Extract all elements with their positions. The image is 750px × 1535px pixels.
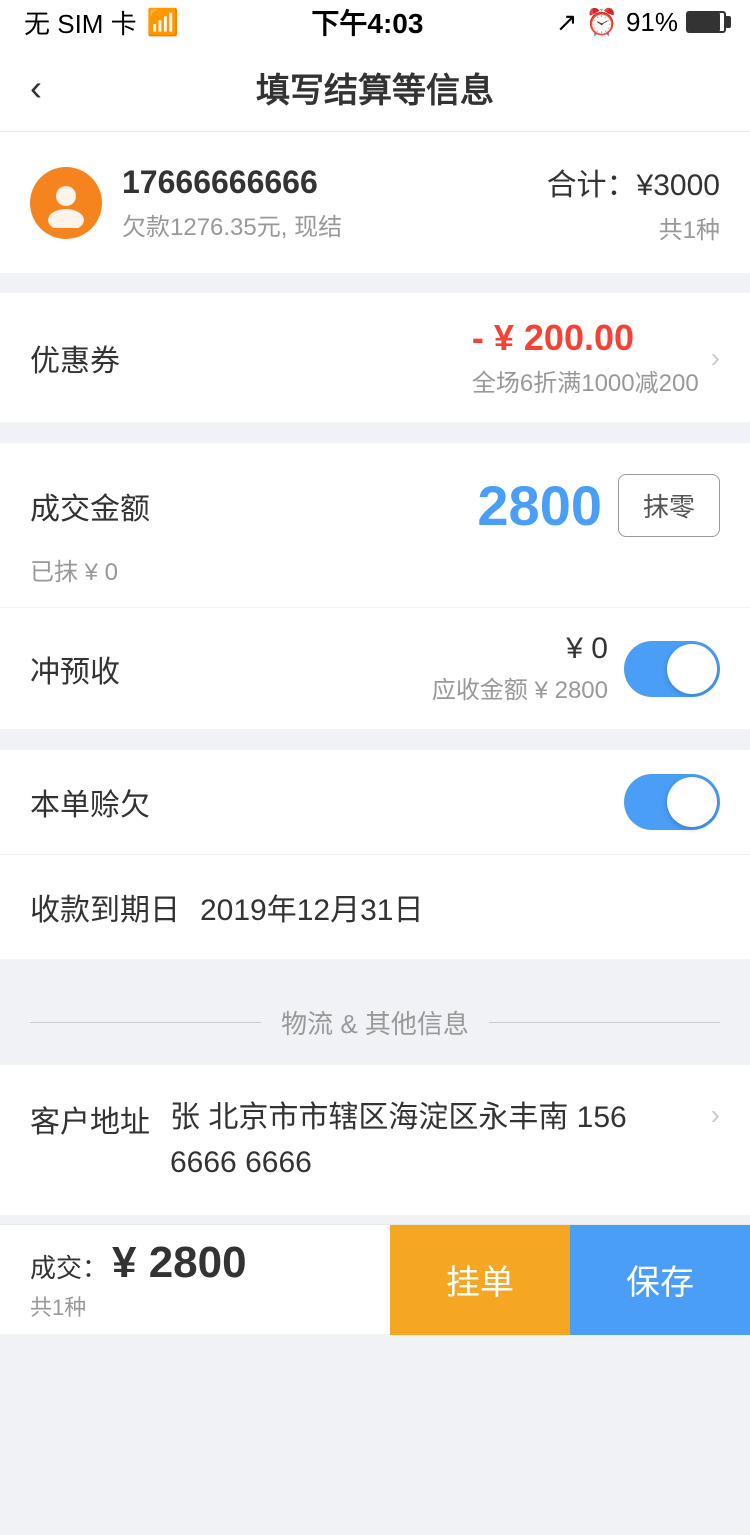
- carrier-text: 无 SIM 卡: [24, 4, 137, 41]
- location-icon: ↗: [556, 7, 578, 38]
- customer-right: 合计：¥3000 共1种: [547, 160, 720, 245]
- customer-card: 17666666666 欠款1276.35元, 现结 合计：¥3000 共1种: [0, 132, 750, 273]
- prepayment-row: 冲预收 ¥ 0 应收金额 ¥ 2800: [0, 607, 750, 730]
- customer-sub-text: 欠款1276.35元, 现结: [122, 207, 342, 242]
- deal-label: 成交：: [30, 1248, 108, 1285]
- arrear-row: 本单赊欠: [0, 750, 750, 855]
- wifi-icon: 📶: [147, 7, 179, 38]
- status-bar: 无 SIM 卡 📶 下午4:03 ↗ ⏰ 91%: [0, 0, 750, 44]
- address-chevron-icon: ›: [711, 1095, 720, 1131]
- round-off-button[interactable]: 抹零: [618, 474, 720, 537]
- transaction-amount: 2800: [477, 473, 602, 538]
- deal-amount: ¥ 2800: [112, 1238, 247, 1288]
- deal-count: 共1种: [30, 1290, 360, 1322]
- nav-bar: ‹ 填写结算等信息: [0, 44, 750, 132]
- header-line-left: [30, 1022, 261, 1023]
- prepayment-value: ¥ 0: [432, 632, 608, 666]
- divider-3: [0, 730, 750, 750]
- coupon-desc: 全场6折满1000减200: [472, 363, 699, 398]
- coupon-row[interactable]: 优惠券 - ¥ 200.00 全场6折满1000减200 ›: [0, 293, 750, 423]
- bottom-bar: 成交： ¥ 2800 共1种 挂单 保存: [0, 1224, 750, 1334]
- logistics-header-text: 物流 & 其他信息: [281, 1004, 469, 1041]
- divider-1: [0, 273, 750, 293]
- bottom-summary: 成交： ¥ 2800 共1种: [0, 1238, 390, 1322]
- customer-phone: 17666666666: [122, 164, 342, 201]
- transaction-right: 2800 抹零: [477, 473, 720, 538]
- coupon-chevron-icon: ›: [711, 342, 720, 374]
- amount-row: 成交金额 2800 抹零: [0, 443, 750, 548]
- hang-button[interactable]: 挂单: [390, 1225, 570, 1335]
- prepayment-right: ¥ 0 应收金额 ¥ 2800: [432, 632, 720, 705]
- address-label: 客户地址: [30, 1095, 150, 1141]
- divider-4: [0, 960, 750, 980]
- logistics-section-header: 物流 & 其他信息: [0, 980, 750, 1065]
- prepayment-info: ¥ 0 应收金额 ¥ 2800: [432, 632, 608, 705]
- transaction-label: 成交金额: [30, 484, 150, 528]
- customer-info: 17666666666 欠款1276.35元, 现结: [122, 164, 342, 242]
- coupon-label: 优惠券: [30, 336, 120, 380]
- status-bar-time: 下午4:03: [311, 2, 423, 42]
- arrear-label: 本单赊欠: [30, 780, 150, 824]
- due-date-label: 收款到期日: [30, 885, 180, 929]
- prepayment-toggle[interactable]: [624, 641, 720, 697]
- due-date-value: 2019年12月31日: [200, 885, 423, 929]
- status-bar-right: ↗ ⏰ 91%: [556, 7, 726, 38]
- status-bar-left: 无 SIM 卡 📶: [24, 4, 179, 41]
- transaction-sub: 已抹 ¥ 0: [0, 552, 750, 607]
- battery-text: 91%: [626, 7, 678, 38]
- prepayment-sub: 应收金额 ¥ 2800: [432, 670, 608, 705]
- amount-section: 成交金额 2800 抹零 已抹 ¥ 0: [0, 443, 750, 607]
- address-value: 张 北京市市辖区海淀区永丰南 156 6666 6666: [170, 1095, 691, 1185]
- alarm-icon: ⏰: [586, 7, 618, 38]
- due-date-row: 收款到期日 2019年12月31日: [0, 855, 750, 960]
- header-line-right: [489, 1022, 720, 1023]
- address-row[interactable]: 客户地址 张 北京市市辖区海淀区永丰南 156 6666 6666 ›: [0, 1065, 750, 1215]
- customer-left: 17666666666 欠款1276.35元, 现结: [30, 164, 342, 242]
- total-sub: 共1种: [547, 210, 720, 245]
- total-amount: 合计：¥3000: [547, 160, 720, 204]
- arrear-toggle[interactable]: [624, 774, 720, 830]
- divider-2: [0, 423, 750, 443]
- page-title: 填写结算等信息: [256, 63, 494, 112]
- coupon-discount: - ¥ 200.00: [472, 317, 699, 359]
- save-button[interactable]: 保存: [570, 1225, 750, 1335]
- avatar: [30, 167, 102, 239]
- prepayment-label: 冲预收: [30, 647, 120, 691]
- battery-icon: [686, 11, 726, 33]
- back-button[interactable]: ‹: [20, 57, 52, 119]
